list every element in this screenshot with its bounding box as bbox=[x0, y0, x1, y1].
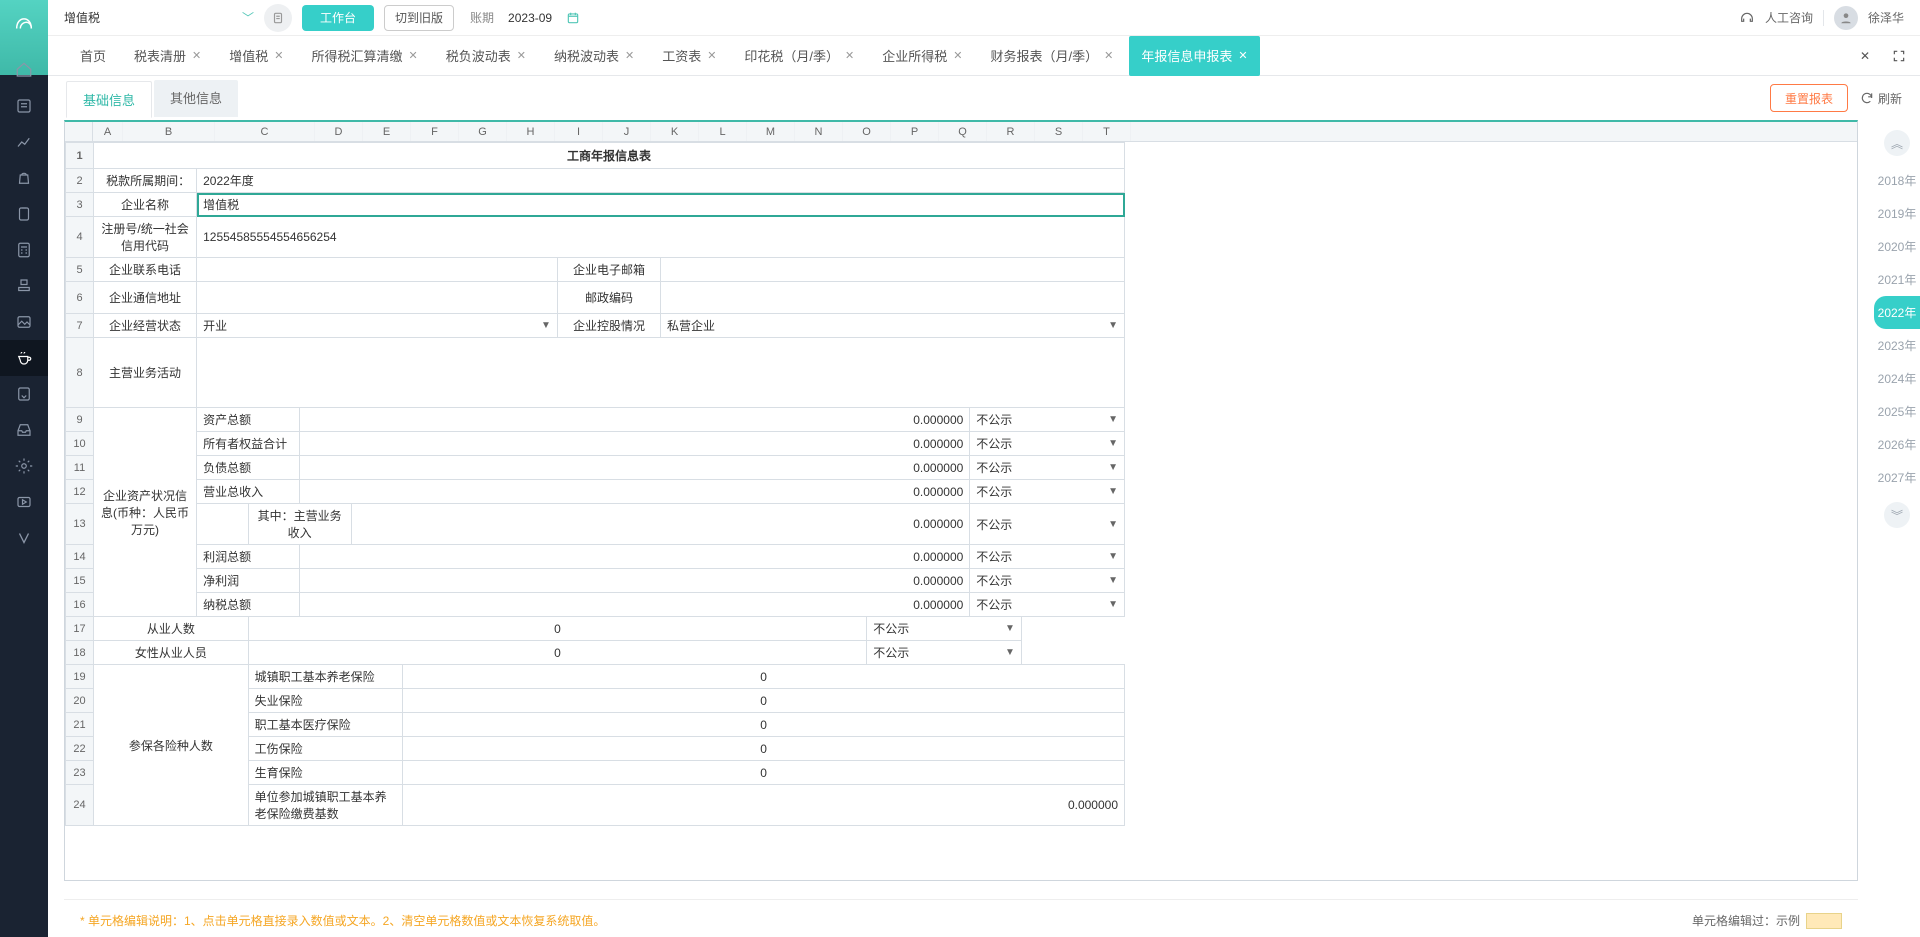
year-strip: ︽ 2018年2019年2020年2021年2022年2023年2024年202… bbox=[1874, 120, 1920, 937]
nav-video-icon[interactable] bbox=[0, 484, 48, 520]
col-I[interactable]: I bbox=[555, 122, 603, 141]
nav-stamp-icon[interactable] bbox=[0, 268, 48, 304]
year-2019年[interactable]: 2019年 bbox=[1874, 197, 1920, 230]
tab-4[interactable]: 税负波动表✕ bbox=[434, 36, 538, 76]
footer-note: * 单元格编辑说明：1、点击单元格直接录入数值或文本。2、清空单元格数值或文本恢… bbox=[80, 912, 605, 929]
nav-bag-icon[interactable] bbox=[0, 160, 48, 196]
col-O[interactable]: O bbox=[843, 122, 891, 141]
col-E[interactable]: E bbox=[363, 122, 411, 141]
year-2026年[interactable]: 2026年 bbox=[1874, 428, 1920, 461]
col-N[interactable]: N bbox=[795, 122, 843, 141]
col-S[interactable]: S bbox=[1035, 122, 1083, 141]
close-all-icon[interactable]: ✕ bbox=[1852, 43, 1878, 69]
nav-clipboard-icon[interactable] bbox=[0, 196, 48, 232]
app-logo bbox=[9, 8, 39, 38]
col-M[interactable]: M bbox=[747, 122, 795, 141]
close-icon[interactable]: ✕ bbox=[625, 49, 634, 62]
period-label: 账期 bbox=[470, 9, 494, 26]
workspace-button[interactable]: 工作台 bbox=[302, 5, 374, 31]
col-F[interactable]: F bbox=[411, 122, 459, 141]
subtab-other[interactable]: 其他信息 bbox=[154, 80, 238, 117]
col-P[interactable]: P bbox=[891, 122, 939, 141]
col-C[interactable]: C bbox=[215, 122, 315, 141]
nav-inbox-icon[interactable] bbox=[0, 412, 48, 448]
col-R[interactable]: R bbox=[987, 122, 1035, 141]
footer-legend: 单元格编辑过：示例 bbox=[1692, 912, 1800, 929]
year-2021年[interactable]: 2021年 bbox=[1874, 263, 1920, 296]
support-label[interactable]: 人工咨询 bbox=[1765, 9, 1813, 26]
period-value[interactable]: 2023-09 bbox=[508, 11, 552, 25]
col-D[interactable]: D bbox=[315, 122, 363, 141]
year-2027年[interactable]: 2027年 bbox=[1874, 461, 1920, 494]
nav-image-icon[interactable] bbox=[0, 304, 48, 340]
col-A[interactable]: A bbox=[93, 122, 123, 141]
horizontal-scrollbar[interactable] bbox=[64, 883, 1858, 899]
nav-v-icon[interactable] bbox=[0, 520, 48, 556]
fullscreen-icon[interactable] bbox=[1886, 43, 1912, 69]
year-up-icon[interactable]: ︽ bbox=[1884, 130, 1910, 156]
switch-old-button[interactable]: 切到旧版 bbox=[384, 5, 454, 31]
tab-7[interactable]: 印花税（月/季）✕ bbox=[732, 36, 866, 76]
col-H[interactable]: H bbox=[507, 122, 555, 141]
year-2022年[interactable]: 2022年 bbox=[1874, 296, 1920, 329]
left-sidebar bbox=[0, 0, 48, 937]
subtab-basic[interactable]: 基础信息 bbox=[66, 81, 152, 118]
close-icon[interactable]: ✕ bbox=[192, 49, 201, 62]
close-icon[interactable]: ✕ bbox=[707, 49, 716, 62]
col-Q[interactable]: Q bbox=[939, 122, 987, 141]
close-icon[interactable]: ✕ bbox=[409, 49, 418, 62]
tab-8[interactable]: 企业所得税✕ bbox=[870, 36, 974, 76]
headset-icon[interactable] bbox=[1739, 10, 1755, 26]
chevron-down-icon: ﹀ bbox=[242, 9, 254, 26]
close-icon[interactable]: ✕ bbox=[953, 49, 962, 62]
doc-icon[interactable] bbox=[264, 4, 292, 32]
year-2025年[interactable]: 2025年 bbox=[1874, 395, 1920, 428]
legend-swatch bbox=[1806, 913, 1842, 929]
nav-calc-icon[interactable] bbox=[0, 232, 48, 268]
close-icon[interactable]: ✕ bbox=[845, 49, 854, 62]
avatar-icon[interactable] bbox=[1834, 6, 1858, 30]
year-down-icon[interactable]: ︾ bbox=[1884, 502, 1910, 528]
calendar-icon[interactable] bbox=[566, 11, 580, 25]
nav-chart-icon[interactable] bbox=[0, 124, 48, 160]
nav-coffee-icon[interactable] bbox=[0, 340, 48, 376]
close-icon[interactable]: ✕ bbox=[1238, 49, 1247, 62]
close-icon[interactable]: ✕ bbox=[1104, 49, 1113, 62]
company-name: 增值税 bbox=[64, 9, 100, 26]
reset-button[interactable]: 重置报表 bbox=[1770, 84, 1848, 112]
col-B[interactable]: B bbox=[123, 122, 215, 141]
nav-ledger-icon[interactable] bbox=[0, 88, 48, 124]
tab-1[interactable]: 税表清册✕ bbox=[122, 36, 213, 76]
refresh-button[interactable]: 刷新 bbox=[1860, 90, 1902, 107]
tab-0[interactable]: 首页 bbox=[68, 36, 118, 76]
tab-6[interactable]: 工资表✕ bbox=[650, 36, 728, 76]
spreadsheet[interactable]: ABCDEFGHIJKLMNOPQRST 1工商年报信息表2税款所属期间：202… bbox=[64, 120, 1858, 881]
year-2023年[interactable]: 2023年 bbox=[1874, 329, 1920, 362]
year-2020年[interactable]: 2020年 bbox=[1874, 230, 1920, 263]
nav-home-icon[interactable] bbox=[0, 52, 48, 88]
close-icon[interactable]: ✕ bbox=[517, 49, 526, 62]
nav-settings-icon[interactable] bbox=[0, 448, 48, 484]
year-2018年[interactable]: 2018年 bbox=[1874, 164, 1920, 197]
username[interactable]: 徐泽华 bbox=[1868, 9, 1904, 26]
tab-10[interactable]: 年报信息申报表✕ bbox=[1129, 36, 1259, 76]
company-selector[interactable]: 增值税 ﹀ bbox=[64, 9, 254, 26]
col-K[interactable]: K bbox=[651, 122, 699, 141]
year-2024年[interactable]: 2024年 bbox=[1874, 362, 1920, 395]
col-G[interactable]: G bbox=[459, 122, 507, 141]
top-bar: 增值税 ﹀ 工作台 切到旧版 账期 2023-09 人工咨询 徐泽华 bbox=[48, 0, 1920, 36]
close-icon[interactable]: ✕ bbox=[274, 49, 283, 62]
col-J[interactable]: J bbox=[603, 122, 651, 141]
col-T[interactable]: T bbox=[1083, 122, 1131, 141]
tab-5[interactable]: 纳税波动表✕ bbox=[542, 36, 646, 76]
doc-tabs: 首页税表清册✕增值税✕所得税汇算清缴✕税负波动表✕纳税波动表✕工资表✕印花税（月… bbox=[48, 36, 1920, 76]
nav-archive-icon[interactable] bbox=[0, 376, 48, 412]
tab-9[interactable]: 财务报表（月/季）✕ bbox=[979, 36, 1126, 76]
tab-3[interactable]: 所得税汇算清缴✕ bbox=[299, 36, 429, 76]
col-L[interactable]: L bbox=[699, 122, 747, 141]
tab-2[interactable]: 增值税✕ bbox=[217, 36, 295, 76]
